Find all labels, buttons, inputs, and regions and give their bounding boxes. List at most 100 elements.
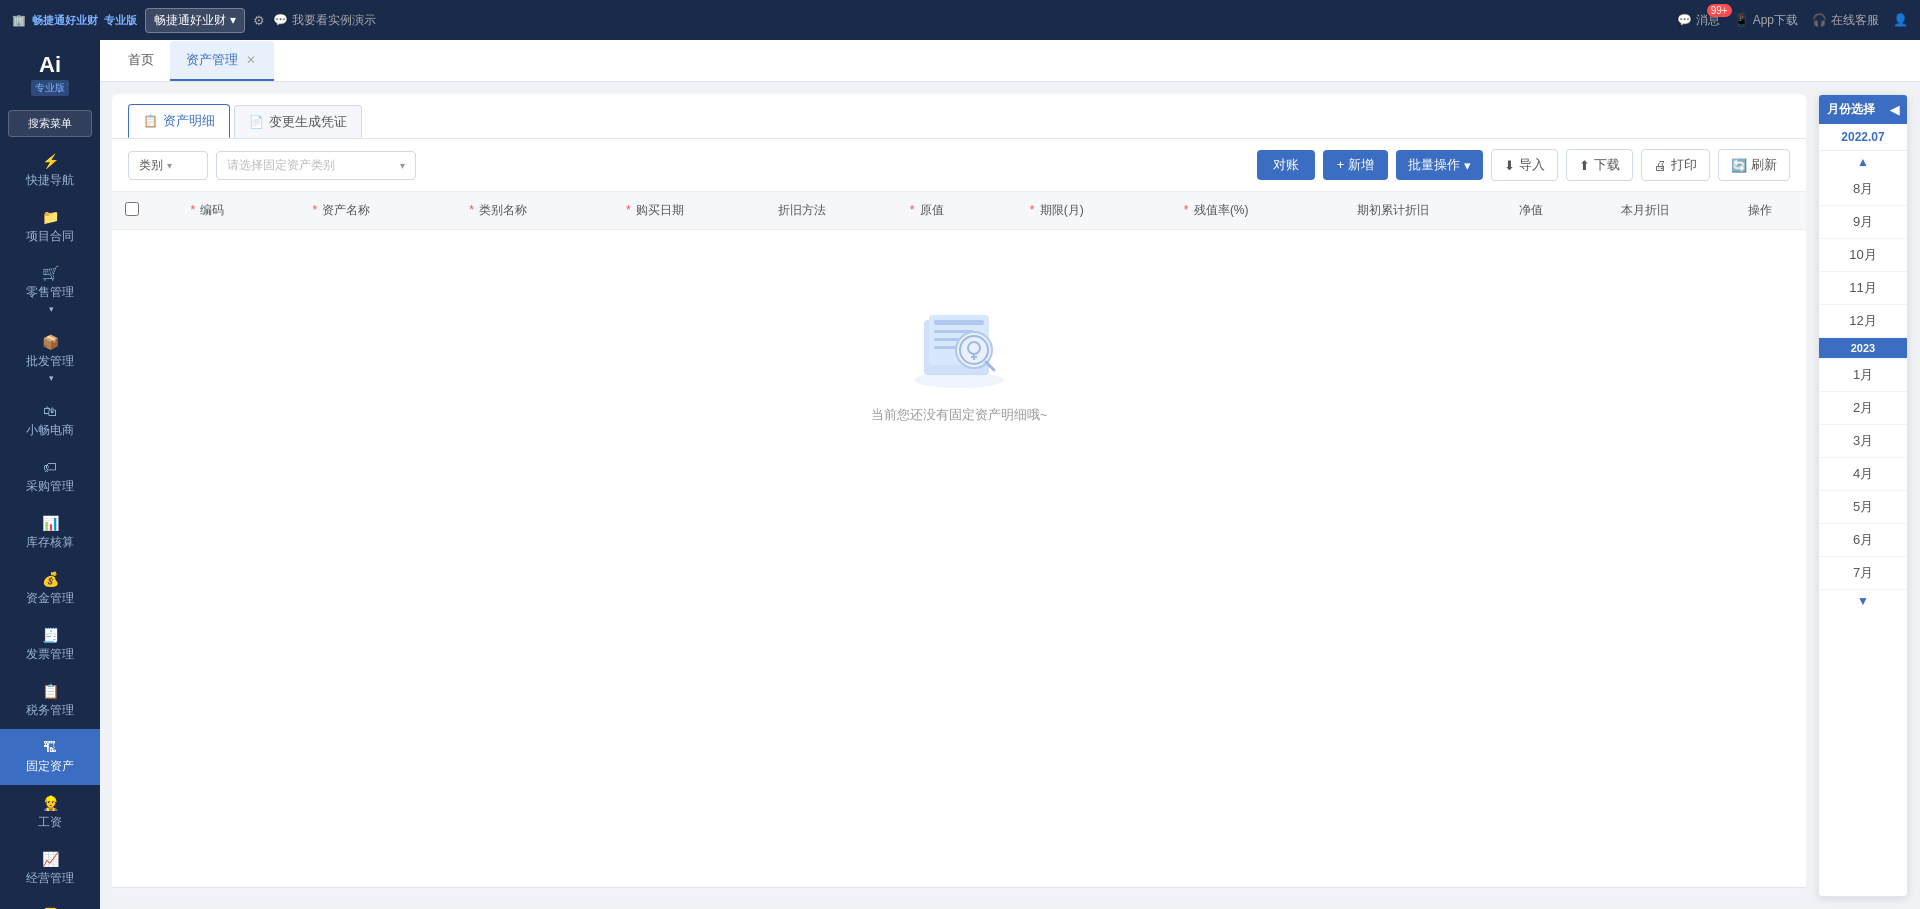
sidebar-item-label: 固定资产	[26, 758, 74, 775]
logo-ai-text: Ai	[39, 52, 61, 77]
sub-tab-bar: 📋 资产明细 📄 变更生成凭证	[112, 94, 1806, 139]
logo-sub: 专业版	[31, 80, 69, 96]
company-name: 畅捷通好业财	[154, 12, 226, 29]
sidebar-item-tax[interactable]: 📋 税务管理	[0, 673, 100, 729]
user-info[interactable]: 👤	[1893, 13, 1908, 27]
sidebar-item-quick-nav[interactable]: ⚡ 快捷导航	[0, 143, 100, 199]
sidebar-item-payroll[interactable]: 👷 工资	[0, 785, 100, 841]
refresh-icon: 🔄	[1731, 158, 1747, 173]
month-panel-title: 月份选择	[1827, 101, 1875, 118]
month-item-4[interactable]: 4月	[1819, 458, 1907, 491]
th-period-depreciation: 期初累计折旧	[1301, 192, 1485, 230]
asset-detail-icon: 📋	[143, 114, 158, 128]
th-code: * 编码	[152, 192, 263, 230]
sub-tab-asset-detail[interactable]: 📋 资产明细	[128, 104, 230, 138]
tab-bar: 首页 资产管理 ✕	[100, 40, 1920, 82]
tax-icon: 📋	[42, 683, 59, 699]
message-icon: 💬	[1677, 13, 1692, 27]
month-nav: ▲	[1819, 151, 1907, 173]
app-name: 畅捷通好业财	[32, 13, 98, 28]
print-button[interactable]: 🖨 打印	[1641, 149, 1710, 181]
table-header: * 编码 * 资产名称 * 类别名称	[112, 192, 1806, 230]
tab-close-icon[interactable]: ✕	[244, 53, 258, 67]
page-content: 📋 资产明细 📄 变更生成凭证 类别 ▾ 请选择固定资产类别	[100, 82, 1920, 909]
refresh-button[interactable]: 🔄 刷新	[1718, 149, 1790, 181]
download-icon: ⬆	[1579, 158, 1590, 173]
sidebar-item-finance[interactable]: 💰 资金管理	[0, 561, 100, 617]
app-download-button[interactable]: 📱 App下载	[1734, 12, 1798, 29]
sidebar-item-ledger[interactable]: 📒 总账管理	[0, 897, 100, 909]
empty-svg	[899, 290, 1019, 390]
online-service-button[interactable]: 🎧 在线客服	[1812, 12, 1879, 29]
category-filter-select[interactable]: 类别 ▾	[128, 151, 208, 180]
content-area: 首页 资产管理 ✕ 📋 资产明细 📄 变更生成凭证	[100, 40, 1920, 909]
month-panel-header: 月份选择 ◀	[1819, 95, 1907, 124]
month-item-10[interactable]: 10月	[1819, 239, 1907, 272]
sidebar-item-label: 工资	[38, 814, 62, 831]
month-item-8[interactable]: 8月	[1819, 173, 1907, 206]
prev-year-button[interactable]: ▲	[1857, 155, 1869, 169]
filter-placeholder: 请选择固定资产类别	[227, 157, 335, 174]
th-name: * 资产名称	[263, 192, 420, 230]
category-search-input[interactable]: 请选择固定资产类别 ▾	[216, 151, 416, 180]
sidebar-item-purchase[interactable]: 🏷 采购管理	[0, 449, 100, 505]
import-button[interactable]: ⬇ 导入	[1491, 149, 1558, 181]
sidebar-item-invoice[interactable]: 🧾 发票管理	[0, 617, 100, 673]
demo-link[interactable]: 💬 我要看实例演示	[273, 12, 376, 29]
month-item-11[interactable]: 11月	[1819, 272, 1907, 305]
month-item-2[interactable]: 2月	[1819, 392, 1907, 425]
sidebar-logo: Ai 专业版	[0, 40, 100, 104]
month-item-12[interactable]: 12月	[1819, 305, 1907, 338]
next-year-button[interactable]: ▼	[1857, 594, 1869, 608]
import-label: 导入	[1519, 156, 1545, 174]
voucher-icon: 📄	[249, 115, 264, 129]
home-label: 首页	[128, 51, 154, 69]
tab-label: 资产管理	[186, 51, 238, 69]
month-item-3[interactable]: 3月	[1819, 425, 1907, 458]
add-button[interactable]: + 新增	[1323, 150, 1388, 180]
download-button[interactable]: ⬆ 下载	[1566, 149, 1633, 181]
collapse-icon[interactable]: ◀	[1890, 103, 1899, 117]
th-purchase-date: * 购买日期	[577, 192, 734, 230]
month-item-9[interactable]: 9月	[1819, 206, 1907, 239]
month-item-1[interactable]: 1月	[1819, 359, 1907, 392]
current-year-badge[interactable]: 2023	[1819, 338, 1907, 359]
batch-operation-button[interactable]: 批量操作 ▾	[1396, 150, 1483, 180]
sidebar-item-inventory[interactable]: 📊 库存核算	[0, 505, 100, 561]
th-original-value: * 原值	[871, 192, 982, 230]
tab-asset-mgmt[interactable]: 资产管理 ✕	[170, 41, 274, 81]
ecommerce-icon: 🛍	[43, 403, 57, 419]
purchase-icon: 🏷	[43, 459, 57, 475]
sidebar-item-wholesale[interactable]: 📦 批发管理 ▾	[0, 324, 100, 393]
company-selector[interactable]: 畅捷通好业财 ▾	[145, 8, 245, 33]
scroll-bar-area[interactable]	[112, 887, 1806, 897]
batch-label: 批量操作	[1408, 156, 1460, 174]
sub-tab-change-voucher[interactable]: 📄 变更生成凭证	[234, 105, 362, 138]
sidebar-item-retail[interactable]: 🛒 零售管理 ▾	[0, 255, 100, 324]
chevron-down-icon: ▾	[1464, 158, 1471, 173]
project-icon: 📁	[42, 209, 59, 225]
message-button[interactable]: 💬 消息 99+	[1677, 12, 1720, 29]
sidebar: Ai 专业版 搜索菜单 ⚡ 快捷导航 📁 项目合同 🛒 零售管理 ▾ 📦 批发管…	[0, 40, 100, 909]
tab-home[interactable]: 首页	[112, 41, 170, 81]
table-header-row: * 编码 * 资产名称 * 类别名称	[112, 192, 1806, 230]
print-label: 打印	[1671, 156, 1697, 174]
month-item-6[interactable]: 6月	[1819, 524, 1907, 557]
month-item-5[interactable]: 5月	[1819, 491, 1907, 524]
month-item-7[interactable]: 7月	[1819, 557, 1907, 590]
wholesale-icon: 📦	[42, 334, 59, 350]
select-all-checkbox[interactable]	[125, 202, 139, 216]
settings-icon[interactable]: ⚙	[253, 13, 265, 28]
chevron-down-icon: ▾	[49, 373, 54, 383]
account-button[interactable]: 对账	[1257, 150, 1315, 180]
sidebar-item-ecommerce[interactable]: 🛍 小畅电商	[0, 393, 100, 449]
sidebar-search-button[interactable]: 搜索菜单	[8, 110, 92, 137]
retail-icon: 🛒	[42, 265, 59, 281]
sidebar-item-project[interactable]: 📁 项目合同	[0, 199, 100, 255]
message-badge: 99+	[1707, 4, 1732, 17]
main-layout: Ai 专业版 搜索菜单 ⚡ 快捷导航 📁 项目合同 🛒 零售管理 ▾ 📦 批发管…	[0, 40, 1920, 909]
download-label: 下载	[1594, 156, 1620, 174]
sidebar-item-assets[interactable]: 🏗 固定资产	[0, 729, 100, 785]
sidebar-item-label: 税务管理	[26, 702, 74, 719]
sidebar-item-operations[interactable]: 📈 经营管理	[0, 841, 100, 897]
